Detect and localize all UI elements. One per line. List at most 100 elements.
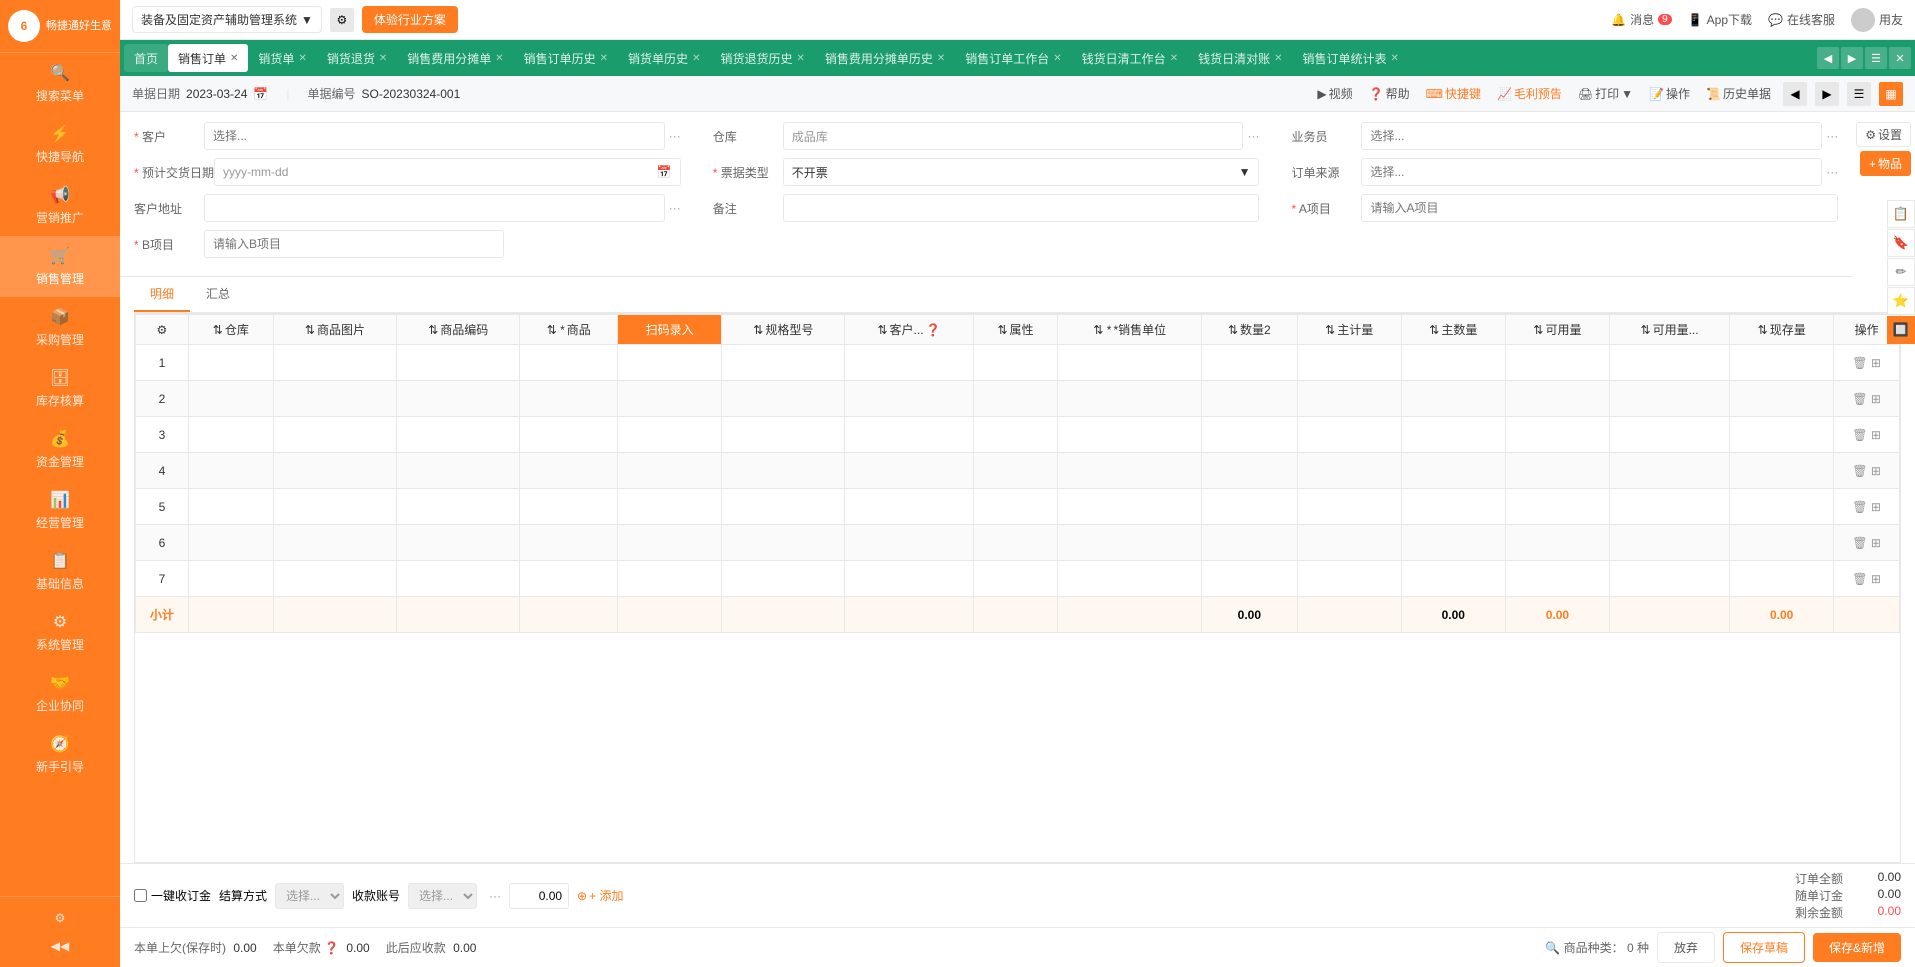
tab-close-all[interactable]: ✕ <box>1889 47 1911 69</box>
sidebar-collapse[interactable]: ◀◀ <box>4 933 116 959</box>
ticket-type-select[interactable]: 不开票 ▼ <box>783 158 1260 186</box>
print-btn[interactable]: 🖨 打印 ▼ <box>1574 83 1637 104</box>
tab-sales-order[interactable]: 销售订单 ✕ <box>168 44 248 72</box>
warehouse-input[interactable] <box>783 122 1244 150</box>
sidebar-item-quick-nav[interactable]: ⚡快捷导航 <box>0 114 120 175</box>
sidebar-item-enterprise[interactable]: 🤝企业协同 <box>0 663 120 724</box>
notifications-btn[interactable]: 🔔 消息 9 <box>1611 11 1672 28</box>
customer-input[interactable] <box>204 122 665 150</box>
tab-close-sales-summary[interactable]: ✕ <box>1391 53 1399 64</box>
add-payment-btn[interactable]: ⊕ + 添加 <box>577 887 623 904</box>
tab-receivable-workbench[interactable]: 钱货日清工作台 ✕ <box>1072 44 1188 72</box>
tab-sales-history[interactable]: 销货单历史 ✕ <box>618 44 710 72</box>
tab-sales-expense-split[interactable]: 销售费用分摊单 ✕ <box>397 44 513 72</box>
tab-close-sales-order[interactable]: ✕ <box>230 53 238 64</box>
warehouse-expand[interactable]: ··· <box>1247 129 1259 143</box>
address-input[interactable] <box>204 194 665 222</box>
row-copy-5[interactable]: ⊞ <box>1871 500 1881 514</box>
expected-date-input[interactable]: yyyy-mm-dd 📅 <box>214 158 681 186</box>
side-icon-3[interactable]: ✏ <box>1887 258 1915 286</box>
sidebar-item-inventory[interactable]: 🗄库存核算 <box>0 358 120 419</box>
settings-form-btn[interactable]: ⚙ 设置 <box>1856 122 1911 147</box>
row-copy-3[interactable]: ⊞ <box>1871 428 1881 442</box>
tab-sales-order-workbench[interactable]: 销售订单工作台 ✕ <box>955 44 1071 72</box>
industry-btn[interactable]: 体验行业方案 <box>362 6 458 33</box>
address-expand[interactable]: ··· <box>669 201 681 215</box>
b-project-input[interactable] <box>204 230 504 258</box>
row-delete-3[interactable]: 🗑 <box>1852 428 1867 442</box>
app-selector[interactable]: 装备及固定资产辅助管理系统 ▼ <box>132 6 322 33</box>
order-source-expand[interactable]: ··· <box>1826 165 1838 179</box>
tab-sales-refund[interactable]: 销货退货 ✕ <box>317 44 397 72</box>
tab-close-sales-return[interactable]: ✕ <box>298 53 306 64</box>
sidebar-item-system[interactable]: ⚙系统管理 <box>0 602 120 663</box>
account-expand[interactable]: ··· <box>489 889 501 903</box>
view-btn[interactable]: ▶ 视频 <box>1313 83 1356 104</box>
sidebar-item-finance[interactable]: 💰资金管理 <box>0 419 120 480</box>
quick-confirm-check[interactable] <box>134 889 147 902</box>
quick-confirm-checkbox[interactable]: 一键收订金 <box>134 887 211 904</box>
row-copy-4[interactable]: ⊞ <box>1871 464 1881 478</box>
sidebar-item-purchase[interactable]: 📦采购管理 <box>0 297 120 358</box>
tab-sales-return[interactable]: 销货单 ✕ <box>248 44 316 72</box>
a-project-input[interactable] <box>1361 194 1838 222</box>
salesperson-input[interactable] <box>1361 122 1822 150</box>
tab-close-sales-refund-history[interactable]: ✕ <box>796 53 804 64</box>
profit-btn[interactable]: 📈 毛利预告 <box>1493 83 1566 104</box>
view-mode-list[interactable]: ☰ <box>1847 82 1871 106</box>
nav-prev-record[interactable]: ◀ <box>1783 82 1807 106</box>
view-mode-card[interactable]: ▦ <box>1879 82 1903 106</box>
online-service-btn[interactable]: 💬 在线客服 <box>1768 11 1835 28</box>
tab-close-sales-expense-split[interactable]: ✕ <box>495 53 503 64</box>
user-avatar[interactable]: 用友 <box>1851 8 1903 32</box>
side-icon-1[interactable]: 📋 <box>1887 200 1915 228</box>
tab-close-receivable-workbench[interactable]: ✕ <box>1170 53 1178 64</box>
tab-close-sales-order-history[interactable]: ✕ <box>600 53 608 64</box>
tab-summary[interactable]: 汇总 <box>190 277 246 312</box>
tab-sales-expense-history[interactable]: 销售费用分摊单历史 ✕ <box>815 44 955 72</box>
side-icon-2[interactable]: 🔖 <box>1887 229 1915 257</box>
add-item-btn[interactable]: + 物品 <box>1860 151 1911 176</box>
side-icon-5[interactable]: 🔲 <box>1887 316 1915 344</box>
col-settings[interactable]: ⚙ <box>136 315 189 345</box>
tab-close-sales-order-workbench[interactable]: ✕ <box>1053 53 1061 64</box>
tab-receivable-reconcile[interactable]: 钱货日清对账 ✕ <box>1188 44 1292 72</box>
tab-sales-summary[interactable]: 销售订单统计表 ✕ <box>1292 44 1408 72</box>
amount-input[interactable] <box>509 883 569 909</box>
row-copy-7[interactable]: ⊞ <box>1871 572 1881 586</box>
payment-method-select[interactable]: 选择... <box>275 883 344 909</box>
calendar-icon[interactable]: 📅 <box>253 87 268 101</box>
tab-close-receivable-reconcile[interactable]: ✕ <box>1274 53 1282 64</box>
sidebar-item-search[interactable]: 🔍搜索菜单 <box>0 53 120 114</box>
app-download-btn[interactable]: 📱 App下载 <box>1688 11 1752 28</box>
remarks-input[interactable] <box>783 194 1260 222</box>
row-copy-6[interactable]: ⊞ <box>1871 536 1881 550</box>
settings-gear-btn[interactable]: ⚙ <box>330 8 354 32</box>
row-delete-6[interactable]: 🗑 <box>1852 536 1867 550</box>
operation-btn[interactable]: 📝 操作 <box>1645 83 1694 104</box>
account-select[interactable]: 选择... <box>408 883 477 909</box>
row-delete-1[interactable]: 🗑 <box>1852 356 1867 370</box>
sidebar-settings[interactable]: ⚙ <box>4 905 116 931</box>
tab-list[interactable]: ☰ <box>1865 47 1887 69</box>
tab-sales-refund-history[interactable]: 销货退货历史 ✕ <box>710 44 814 72</box>
tab-close-sales-history[interactable]: ✕ <box>692 53 700 64</box>
tab-detail[interactable]: 明细 <box>134 277 190 312</box>
sidebar-item-basic-info[interactable]: 📋基础信息 <box>0 541 120 602</box>
tab-home[interactable]: 首页 <box>124 44 168 72</box>
customer-expand[interactable]: ··· <box>669 129 681 143</box>
help-btn[interactable]: ❓ 帮助 <box>1365 83 1414 104</box>
row-copy-1[interactable]: ⊞ <box>1871 356 1881 370</box>
side-icon-4[interactable]: ⭐ <box>1887 287 1915 315</box>
sidebar-item-sales[interactable]: 🛒销售管理 <box>0 236 120 297</box>
tab-close-sales-expense-history[interactable]: ✕ <box>937 53 945 64</box>
discard-btn[interactable]: 放弃 <box>1657 932 1715 963</box>
salesperson-expand[interactable]: ··· <box>1826 129 1838 143</box>
sidebar-item-guide[interactable]: 🧭新手引导 <box>0 724 120 785</box>
row-delete-7[interactable]: 🗑 <box>1852 572 1867 586</box>
row-delete-4[interactable]: 🗑 <box>1852 464 1867 478</box>
shortcut-btn[interactable]: ⌨ 快捷键 <box>1422 83 1485 104</box>
order-source-input[interactable] <box>1361 158 1822 186</box>
tab-sales-order-history[interactable]: 销售订单历史 ✕ <box>514 44 618 72</box>
sidebar-item-marketing[interactable]: 📢营销推广 <box>0 175 120 236</box>
